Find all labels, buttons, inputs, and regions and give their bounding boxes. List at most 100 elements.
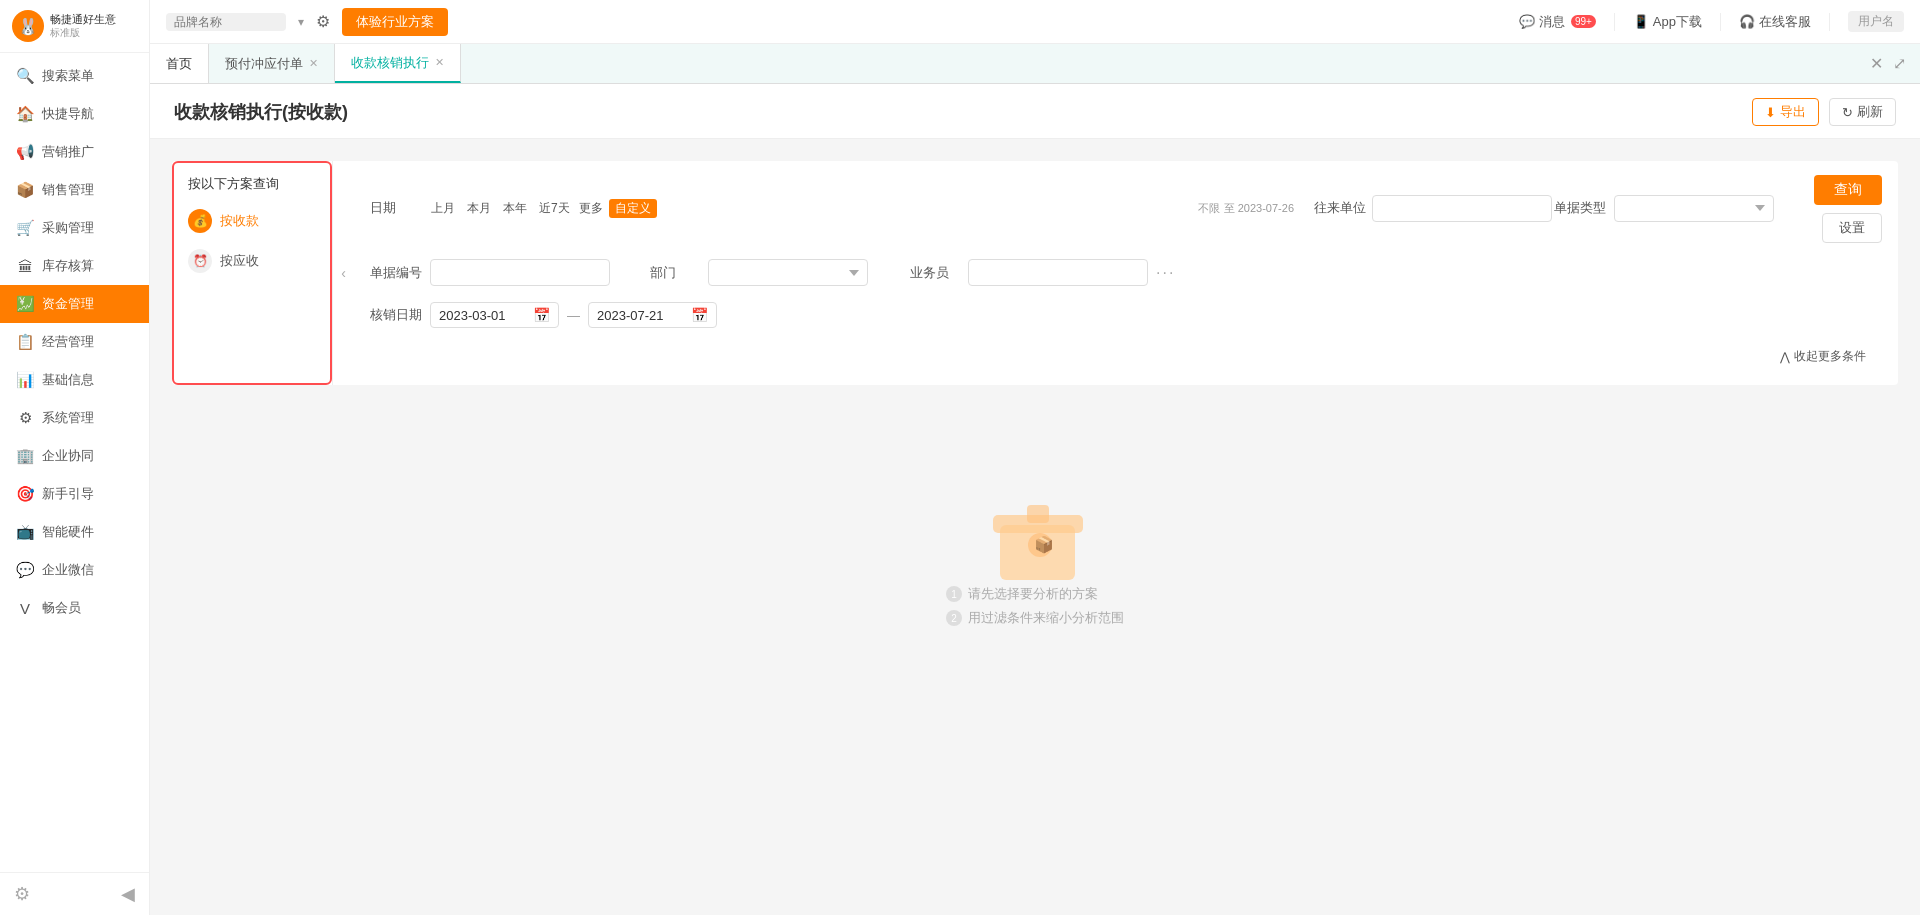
app-edition: 标准版 [50, 26, 116, 40]
sidebar-item-8[interactable]: 📊基础信息 [0, 361, 149, 399]
bill-no-label: 单据编号 [370, 264, 422, 282]
shortcut-this-month[interactable]: 本月 [464, 199, 494, 218]
tab-0[interactable]: 首页 [150, 44, 209, 83]
divider [1614, 13, 1615, 31]
dept-filter-group: 部门 [650, 259, 890, 286]
sidebar-item-14[interactable]: V畅会员 [0, 589, 149, 627]
menu-label-8: 基础信息 [42, 371, 94, 389]
tab-label-1: 预付冲应付单 [225, 55, 303, 73]
filter-main: 日期 上月 本月 本年 近7天 更多 自定义 不限 [354, 161, 1898, 385]
message-icon: 💬 [1519, 14, 1535, 29]
tab-close-2[interactable]: ✕ [435, 56, 444, 69]
sidebar-item-10[interactable]: 🏢企业协同 [0, 437, 149, 475]
menu-icon-6: 💹 [16, 295, 34, 313]
solution-button[interactable]: 体验行业方案 [342, 8, 448, 36]
menu-label-7: 经营管理 [42, 333, 94, 351]
sidebar-item-7[interactable]: 📋 经营管理 [0, 323, 149, 361]
export-button[interactable]: ⬇ 导出 [1752, 98, 1819, 126]
staff-more-icon[interactable]: ··· [1156, 264, 1175, 282]
menu-label-6: 资金管理 [42, 295, 94, 313]
filter-option-by-receipt[interactable]: 💰 按收款 [174, 201, 330, 241]
sidebar-item-2[interactable]: 📢营销推广 [0, 133, 149, 171]
app-name: 畅捷通好生意 [50, 12, 116, 26]
query-button[interactable]: 查询 [1814, 175, 1882, 205]
menu-icon-5: 🏛 [16, 258, 34, 275]
verify-date-end-input[interactable] [597, 308, 687, 323]
empty-illustration: 📦 [985, 475, 1085, 575]
dropdown-icon[interactable]: ▾ [298, 15, 304, 29]
message-button[interactable]: 💬 消息 99+ [1519, 13, 1596, 31]
collapse-more-btn[interactable]: ⋀ 收起更多条件 [370, 344, 1882, 373]
shortcut-7days[interactable]: 近7天 [536, 199, 573, 218]
filter-collapse-button[interactable]: ‹ [332, 161, 354, 385]
empty-svg: 📦 [985, 475, 1095, 585]
export-label: 导出 [1780, 103, 1806, 121]
collapse-arrow-icon: ⋀ [1780, 350, 1790, 364]
shortcut-last-month[interactable]: 上月 [428, 199, 458, 218]
message-badge: 99+ [1571, 15, 1596, 28]
filter-sidebar-title: 按以下方案查询 [174, 175, 330, 201]
sidebar-item-5[interactable]: 🏛 库存核算 [0, 247, 149, 285]
sidebar-item-12[interactable]: 📺智能硬件 [0, 513, 149, 551]
calendar-start-icon[interactable]: 📅 [533, 307, 550, 323]
online-service-button[interactable]: 🎧 在线客服 [1739, 13, 1811, 31]
refresh-label: 刷新 [1857, 103, 1883, 121]
partner-input[interactable] [1372, 195, 1552, 222]
sidebar-item-4[interactable]: 🛒采购管理 [0, 209, 149, 247]
settings-icon[interactable]: ⚙ [14, 883, 30, 905]
expand-icon[interactable]: ⤢ [1893, 54, 1906, 73]
menu-label-1: 快捷导航 [42, 105, 94, 123]
date-shortcuts: 上月 本月 本年 近7天 更多 自定义 [428, 199, 657, 218]
bill-no-input[interactable] [430, 259, 610, 286]
query-actions: 查询 设置 [1814, 173, 1882, 243]
sidebar-item-13[interactable]: 💬企业微信 [0, 551, 149, 589]
setting-button[interactable]: 设置 [1822, 213, 1882, 243]
shortcut-more[interactable]: 更多 [579, 200, 603, 217]
filter-option-by-receivable[interactable]: ⏰ 按应收 [174, 241, 330, 281]
refresh-button[interactable]: ↻ 刷新 [1829, 98, 1896, 126]
sidebar-item-11[interactable]: 🎯新手引导 [0, 475, 149, 513]
collapse-icon[interactable]: ◀ [121, 883, 135, 905]
sidebar-item-1[interactable]: 🏠 快捷导航 [0, 95, 149, 133]
shortcut-custom[interactable]: 自定义 [609, 199, 657, 218]
staff-input[interactable] [968, 259, 1148, 286]
sidebar-item-6[interactable]: 💹 资金管理 [0, 285, 149, 323]
calendar-end-icon[interactable]: 📅 [691, 307, 708, 323]
verify-date-end-wrapper: 📅 [588, 302, 717, 328]
message-label: 消息 [1539, 13, 1565, 31]
main-area: ▾ ⚙ 体验行业方案 💬 消息 99+ 📱 App下载 🎧 在线客服 用户名 [150, 0, 1920, 915]
verify-date-start-input[interactable] [439, 308, 529, 323]
menu-label-14: 畅会员 [42, 599, 81, 617]
menu-label-5: 库存核算 [42, 257, 94, 275]
user-info[interactable]: 用户名 [1848, 11, 1904, 32]
tab-label-0: 首页 [166, 55, 192, 73]
close-tab-icon[interactable]: ✕ [1870, 54, 1883, 73]
header-actions: ⬇ 导出 ↻ 刷新 [1752, 98, 1896, 138]
content-area: 收款核销执行(按收款) ⬇ 导出 ↻ 刷新 按以下方案查询 💰 [150, 84, 1920, 915]
sidebar-item-3[interactable]: 📦销售管理 [0, 171, 149, 209]
brand-input[interactable] [166, 13, 286, 31]
tab-2[interactable]: 收款核销执行✕ [335, 44, 461, 83]
menu-label-4: 采购管理 [42, 219, 94, 237]
menu-icon-1: 🏠 [16, 105, 34, 123]
sidebar-item-0[interactable]: 🔍搜索菜单 [0, 57, 149, 95]
hint2-label: 用过滤条件来缩小分析范围 [968, 609, 1124, 627]
tab-1[interactable]: 预付冲应付单 ✕ [209, 44, 335, 83]
empty-text: 1 请先选择要分析的方案 2 用过滤条件来缩小分析范围 [946, 585, 1124, 627]
by-receipt-icon: 💰 [188, 209, 212, 233]
shortcut-this-year[interactable]: 本年 [500, 199, 530, 218]
bill-type-filter-group: 单据类型 [1554, 195, 1794, 222]
app-download-button[interactable]: 📱 App下载 [1633, 13, 1702, 31]
sidebar-footer: ⚙ ◀ [0, 872, 149, 915]
date-filter-group: 日期 上月 本月 本年 近7天 更多 自定义 [370, 199, 1178, 218]
page-header: 收款核销执行(按收款) ⬇ 导出 ↻ 刷新 [150, 84, 1920, 139]
empty-hint-1: 1 请先选择要分析的方案 [946, 585, 1124, 603]
menu-icon-7: 📋 [16, 333, 34, 351]
gear-icon[interactable]: ⚙ [316, 12, 330, 31]
page-title: 收款核销执行(按收款) [174, 100, 348, 136]
dept-select[interactable] [708, 259, 868, 286]
divider2 [1720, 13, 1721, 31]
tab-close-1[interactable]: ✕ [309, 57, 318, 70]
bill-type-select[interactable] [1614, 195, 1774, 222]
sidebar-item-9[interactable]: ⚙系统管理 [0, 399, 149, 437]
